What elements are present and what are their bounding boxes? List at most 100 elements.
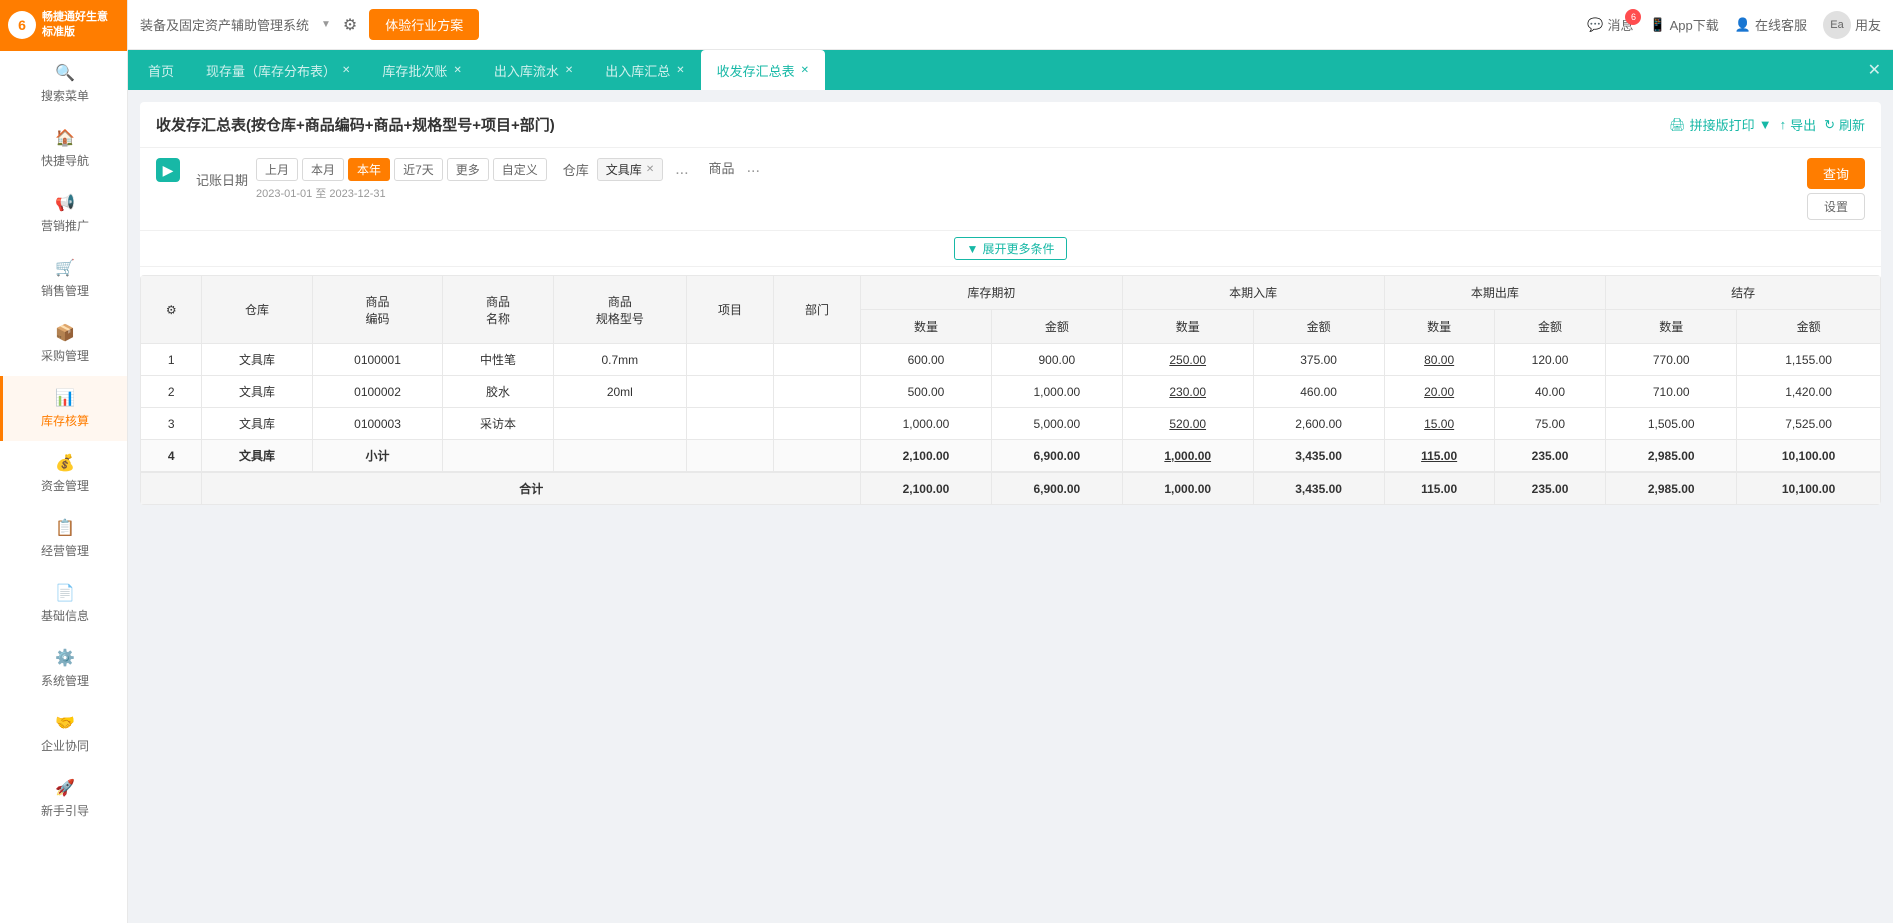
tab-close-inventory-dist[interactable]: ✕	[342, 65, 350, 76]
date-btn-this-year[interactable]: 本年	[348, 158, 390, 181]
goods-ellipsis[interactable]: ...	[743, 159, 764, 177]
sidebar-item-enterprise[interactable]: 🤝 企业协同	[0, 701, 127, 766]
online-service-item[interactable]: 👤 在线客服	[1735, 15, 1807, 34]
row2-out-qty[interactable]: 20.00	[1384, 376, 1494, 408]
sidebar-item-finance[interactable]: 💰 资金管理	[0, 441, 127, 506]
basic-icon: 📄	[55, 583, 75, 603]
tab-batch[interactable]: 库存批次账 ✕	[366, 50, 477, 90]
sidebar-item-marketing[interactable]: 📢 营销推广	[0, 181, 127, 246]
notification-item[interactable]: 💬 6 消息	[1587, 15, 1633, 34]
warehouse-ellipsis[interactable]: ...	[671, 161, 692, 179]
row2-in-qty[interactable]: 230.00	[1122, 376, 1253, 408]
page-title: 收发存汇总表(按仓库+商品编码+商品+规格型号+项目+部门)	[156, 114, 555, 135]
tab-home[interactable]: 首页	[132, 50, 190, 90]
system-dropdown[interactable]: ▼	[321, 19, 331, 30]
th-warehouse: 仓库	[202, 276, 312, 344]
footer-in-amt: 3,435.00	[1253, 472, 1384, 505]
sidebar-item-system[interactable]: ⚙️ 系统管理	[0, 636, 127, 701]
tab-inventory-dist[interactable]: 现存量（库存分布表） ✕	[190, 50, 366, 90]
sidebar-item-search[interactable]: 🔍 搜索菜单	[0, 51, 127, 116]
tab-inout-flow[interactable]: 出入库流水 ✕	[478, 50, 589, 90]
footer-row: 合计 2,100.00 6,900.00 1,000.00 3,435.00 1…	[141, 472, 1881, 505]
settings-icon[interactable]: ⚙	[343, 15, 357, 35]
filter-date-section: 上月 本月 本年 近7天 更多 自定义 2023-01-01 至 2023-12…	[256, 158, 547, 201]
guide-icon: 🚀	[55, 778, 75, 798]
th-dept: 部门	[774, 276, 861, 344]
system-icon: ⚙️	[55, 648, 75, 668]
expand-conditions-btn[interactable]: ▼ 展开更多条件	[954, 237, 1068, 260]
footer-open-amt: 6,900.00	[991, 472, 1122, 505]
sales-icon: 🛒	[55, 258, 75, 278]
tab-recv-send[interactable]: 收发存汇总表 ✕	[701, 50, 825, 90]
row3-num: 3	[141, 408, 202, 440]
row1-out-qty[interactable]: 80.00	[1384, 344, 1494, 376]
date-btn-more[interactable]: 更多	[447, 158, 489, 181]
experience-btn[interactable]: 体验行业方案	[369, 9, 479, 40]
tab-close-inout-flow[interactable]: ✕	[565, 65, 573, 76]
sidebar-item-inventory[interactable]: 📊 库存核算	[0, 376, 127, 441]
th-bal-qty: 数量	[1606, 310, 1737, 344]
subtotal-num: 4	[141, 440, 202, 473]
row3-bal-amt: 7,525.00	[1737, 408, 1881, 440]
app-download-item[interactable]: 📱 App下载	[1649, 15, 1718, 34]
export-btn[interactable]: ↑ 导出	[1780, 115, 1817, 134]
filter-expand-btn[interactable]: ▶	[156, 158, 180, 182]
tab-close-recv-send[interactable]: ✕	[801, 65, 809, 76]
date-btn-this-month[interactable]: 本月	[302, 158, 344, 181]
table-header: ⚙ 仓库 商品编码 商品名称 商品规格型号 项目 部门 库存期初 本期入库 本期…	[141, 276, 1881, 344]
th-settings[interactable]: ⚙	[141, 276, 202, 344]
footer-label: 合计	[202, 472, 861, 505]
sidebar-item-sales[interactable]: 🛒 销售管理	[0, 246, 127, 311]
print-btn[interactable]: 🖨 拼接版打印 ▼	[1669, 115, 1771, 134]
sidebar-item-purchase[interactable]: 📦 采购管理	[0, 311, 127, 376]
date-btn-custom[interactable]: 自定义	[493, 158, 547, 181]
warehouse-tag-close[interactable]: ✕	[646, 164, 654, 175]
th-name: 商品名称	[443, 276, 553, 344]
tab-close-inout-summary[interactable]: ✕	[676, 65, 684, 76]
row3-spec	[553, 408, 686, 440]
app-download-label: App下载	[1670, 15, 1719, 34]
subtotal-col7	[774, 440, 861, 473]
th-code: 商品编码	[312, 276, 443, 344]
user-label: 用友	[1855, 15, 1881, 34]
user-item[interactable]: Ea 用友	[1823, 11, 1881, 39]
refresh-btn[interactable]: ↻ 刷新	[1824, 115, 1865, 134]
sidebar-item-guide[interactable]: 🚀 新手引导	[0, 766, 127, 831]
warehouse-label: 仓库	[563, 160, 589, 179]
sidebar-item-operations[interactable]: 📋 经营管理	[0, 506, 127, 571]
print-icon: 🖨	[1669, 117, 1686, 133]
subtotal-out-qty[interactable]: 115.00	[1384, 440, 1494, 473]
row3-in-qty[interactable]: 520.00	[1122, 408, 1253, 440]
row1-in-qty[interactable]: 250.00	[1122, 344, 1253, 376]
row3-name: 采访本	[443, 408, 553, 440]
th-out-qty: 数量	[1384, 310, 1494, 344]
marketing-icon: 📢	[55, 193, 75, 213]
main-area: 装备及固定资产辅助管理系统 ▼ ⚙ 体验行业方案 💬 6 消息 📱 App下载 …	[128, 0, 1893, 923]
th-in-amt: 金额	[1253, 310, 1384, 344]
footer-in-qty: 1,000.00	[1122, 472, 1253, 505]
sidebar-item-quicknav[interactable]: 🏠 快捷导航	[0, 116, 127, 181]
row2-bal-qty: 710.00	[1606, 376, 1737, 408]
subtotal-open-amt: 6,900.00	[991, 440, 1122, 473]
phone-icon: 📱	[1649, 17, 1665, 33]
row1-spec: 0.7mm	[553, 344, 686, 376]
tab-close-batch[interactable]: ✕	[453, 65, 461, 76]
date-btn-7days[interactable]: 近7天	[394, 158, 443, 181]
avatar: Ea	[1823, 11, 1851, 39]
row3-out-qty[interactable]: 15.00	[1384, 408, 1494, 440]
row2-open-qty: 500.00	[861, 376, 992, 408]
subtotal-in-qty[interactable]: 1,000.00	[1122, 440, 1253, 473]
filter-settings-btn[interactable]: 设置	[1807, 193, 1865, 220]
tab-bar-close-icon[interactable]: ✕	[1860, 60, 1889, 80]
tab-inout-summary[interactable]: 出入库汇总 ✕	[589, 50, 700, 90]
row1-num: 1	[141, 344, 202, 376]
online-service-label: 在线客服	[1755, 15, 1807, 34]
th-open-amt: 金额	[991, 310, 1122, 344]
inventory-icon: 📊	[55, 388, 75, 408]
footer-open-qty: 2,100.00	[861, 472, 992, 505]
row1-open-qty: 600.00	[861, 344, 992, 376]
row3-out-amt: 75.00	[1494, 408, 1606, 440]
date-btn-last-month[interactable]: 上月	[256, 158, 298, 181]
query-btn[interactable]: 查询	[1807, 158, 1865, 189]
sidebar-item-basic[interactable]: 📄 基础信息	[0, 571, 127, 636]
